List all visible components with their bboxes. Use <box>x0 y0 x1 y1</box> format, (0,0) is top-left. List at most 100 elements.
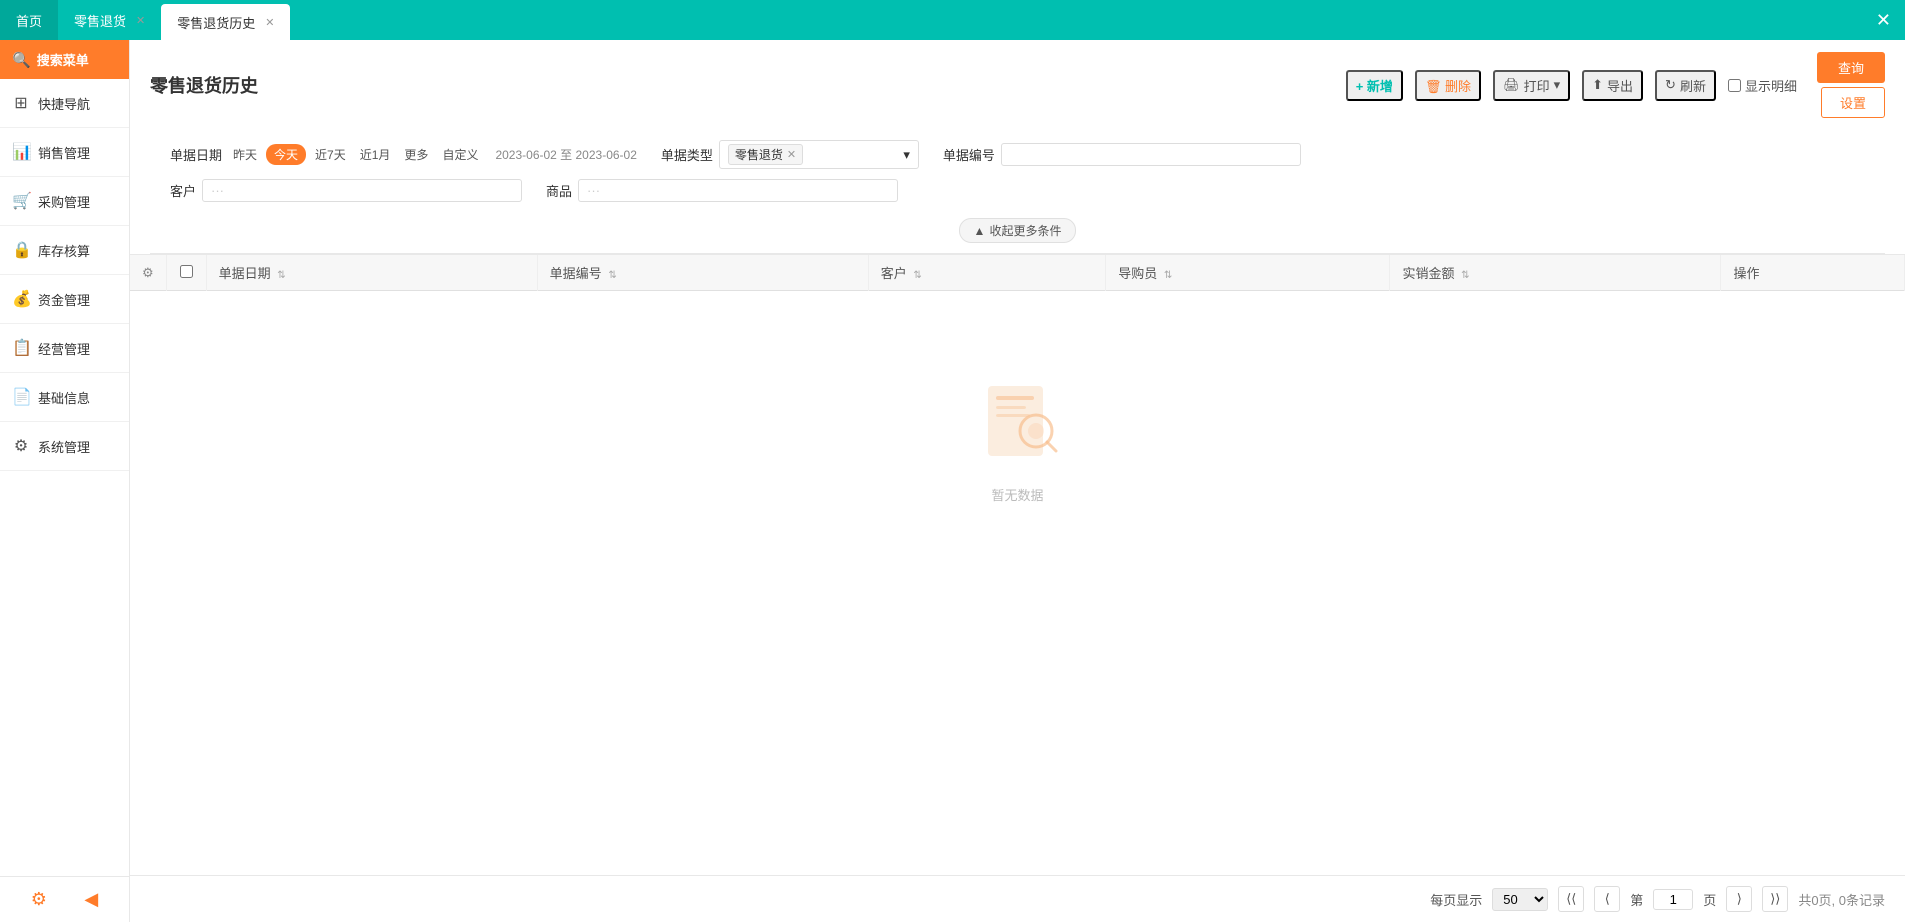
th-doc-date-sort: ⇅ <box>277 270 285 281</box>
first-page-button[interactable]: ⟨⟨ <box>1558 886 1584 912</box>
customer-label: 客户 <box>170 181 196 200</box>
page-header: 零售退货历史 + 新增 🗑 删除 🖨 打印 ▾ ⬆ 导出 ↻ <box>130 40 1905 255</box>
tab-retail-return-close[interactable]: ✕ <box>136 14 145 27</box>
empty-state-icon <box>968 371 1068 471</box>
next-page-button[interactable]: ⟩ <box>1726 886 1752 912</box>
customer-select[interactable]: ··· <box>202 179 522 202</box>
filter-doc-no: 单据编号 <box>943 143 1301 166</box>
export-button[interactable]: ⬆ 导出 <box>1582 70 1643 101</box>
page-title-row: 零售退货历史 + 新增 🗑 删除 🖨 打印 ▾ ⬆ 导出 ↻ <box>150 52 1885 118</box>
th-action: 操作 <box>1721 255 1905 291</box>
doc-no-input[interactable] <box>1001 143 1301 166</box>
last-page-button[interactable]: ⟩⟩ <box>1762 886 1788 912</box>
th-amount-label: 实销金额 <box>1402 266 1454 281</box>
collapse-button[interactable]: ▲ 收起更多条件 <box>959 218 1077 243</box>
page-total: 共0页, 0条记录 <box>1798 890 1885 909</box>
sidebar-item-label: 销售管理 <box>38 143 90 162</box>
display-detail-checkbox-label[interactable]: 显示明细 <box>1728 76 1797 95</box>
date-opt-more[interactable]: 更多 <box>399 144 433 165</box>
th-setting[interactable]: ⚙ <box>130 255 166 291</box>
sidebar-item-basic-info[interactable]: 📄 基础信息 <box>0 373 129 422</box>
date-opt-custom[interactable]: 自定义 <box>437 144 483 165</box>
window-close-button[interactable]: ✕ <box>1862 0 1905 40</box>
sidebar-item-label: 快捷导航 <box>38 94 90 113</box>
page-input[interactable] <box>1653 889 1693 910</box>
goods-dots: ··· <box>587 183 600 198</box>
th-doc-no-label: 单据编号 <box>550 266 602 281</box>
doc-type-tag-remove[interactable]: ✕ <box>787 148 796 161</box>
sidebar-bottom: ⚙ ◀ <box>0 876 129 922</box>
data-table: ⚙ 单据日期 ⇅ 单据编号 ⇅ 客户 ⇅ <box>130 255 1905 291</box>
tab-retail-return-history-close[interactable]: ✕ <box>265 16 274 29</box>
sidebar-item-operations[interactable]: 📋 经营管理 <box>0 324 129 373</box>
refresh-button[interactable]: ↻ 刷新 <box>1655 70 1716 101</box>
th-guide[interactable]: 导购员 ⇅ <box>1106 255 1390 291</box>
settings-bottom-icon[interactable]: ⚙ <box>31 889 47 910</box>
doc-type-tag: 零售退货 ✕ <box>728 144 803 165</box>
filter-row-1: 单据日期 昨天 今天 近7天 近1月 更多 自定义 2023-06-02 至 2… <box>170 140 1865 169</box>
th-doc-no[interactable]: 单据编号 ⇅ <box>537 255 868 291</box>
basic-info-icon: 📄 <box>12 387 30 407</box>
inventory-icon: 🔒 <box>12 240 30 260</box>
th-doc-date[interactable]: 单据日期 ⇅ <box>206 255 537 291</box>
prev-page-button[interactable]: ⟨ <box>1594 886 1620 912</box>
sidebar-item-inventory[interactable]: 🔒 库存核算 <box>0 226 129 275</box>
date-opt-today[interactable]: 今天 <box>266 144 306 165</box>
date-opt-7days[interactable]: 近7天 <box>310 144 351 165</box>
sidebar-item-quick-nav[interactable]: ⊞ 快捷导航 <box>0 79 129 128</box>
purchase-mgmt-icon: 🛒 <box>12 191 30 211</box>
th-check[interactable] <box>166 255 206 291</box>
system-icon: ⚙ <box>12 436 30 456</box>
sidebar-item-system[interactable]: ⚙ 系统管理 <box>0 422 129 471</box>
display-detail-checkbox[interactable] <box>1728 79 1741 92</box>
page-label: 第 <box>1630 890 1643 909</box>
collapse-row: ▲ 收起更多条件 <box>170 212 1865 243</box>
delete-button[interactable]: 🗑 删除 <box>1415 70 1481 101</box>
sidebar-item-label: 资金管理 <box>38 290 90 309</box>
th-amount[interactable]: 实销金额 ⇅ <box>1390 255 1721 291</box>
add-button[interactable]: + 新增 <box>1346 70 1403 101</box>
search-icon: 🔍 <box>12 51 31 69</box>
sidebar-item-label: 采购管理 <box>38 192 90 211</box>
filter-date: 单据日期 昨天 今天 近7天 近1月 更多 自定义 2023-06-02 至 2… <box>170 144 637 165</box>
sidebar: 🔍 搜索菜单 ⊞ 快捷导航 📊 销售管理 🛒 采购管理 🔒 库存核算 💰 资金管… <box>0 40 130 922</box>
th-customer[interactable]: 客户 ⇅ <box>868 255 1106 291</box>
tab-home-label: 首页 <box>16 11 42 30</box>
select-all-checkbox[interactable] <box>180 265 193 278</box>
sidebar-search[interactable]: 🔍 搜索菜单 <box>0 40 129 79</box>
th-doc-no-sort: ⇅ <box>608 270 616 281</box>
print-label: 打印 <box>1524 76 1550 95</box>
collapse-sidebar-icon[interactable]: ◀ <box>84 889 98 910</box>
sidebar-item-finance[interactable]: 💰 资金管理 <box>0 275 129 324</box>
print-button[interactable]: 🖨 打印 ▾ <box>1493 70 1570 101</box>
goods-select[interactable]: ··· <box>578 179 898 202</box>
quick-nav-icon: ⊞ <box>12 93 30 113</box>
th-customer-sort: ⇅ <box>913 270 921 281</box>
doc-type-label: 单据类型 <box>661 145 713 164</box>
date-opt-yesterday[interactable]: 昨天 <box>228 144 262 165</box>
sales-mgmt-icon: 📊 <box>12 142 30 162</box>
top-tab-bar: 首页 零售退货 ✕ 零售退货历史 ✕ ✕ <box>0 0 1905 40</box>
tab-retail-return-history[interactable]: 零售退货历史 ✕ <box>161 4 290 40</box>
print-icon: 🖨 <box>1503 77 1520 93</box>
tab-retail-return-label: 零售退货 <box>74 11 126 30</box>
tab-home[interactable]: 首页 <box>0 0 58 40</box>
table-container: ⚙ 单据日期 ⇅ 单据编号 ⇅ 客户 ⇅ <box>130 255 1905 875</box>
page-size-label: 每页显示 <box>1430 890 1482 909</box>
refresh-icon: ↻ <box>1665 77 1676 93</box>
sidebar-item-label: 系统管理 <box>38 437 90 456</box>
empty-state: 暂无数据 <box>130 291 1905 584</box>
date-opt-1month[interactable]: 近1月 <box>355 144 396 165</box>
tab-retail-return[interactable]: 零售退货 ✕ <box>58 0 161 40</box>
display-detail-label: 显示明细 <box>1745 76 1797 95</box>
filter-customer: 客户 ··· <box>170 179 522 202</box>
set-button[interactable]: 设置 <box>1821 87 1885 118</box>
sidebar-item-purchase-mgmt[interactable]: 🛒 采购管理 <box>0 177 129 226</box>
doc-type-dropdown-icon: ▾ <box>903 147 910 163</box>
sidebar-item-sales-mgmt[interactable]: 📊 销售管理 <box>0 128 129 177</box>
query-button[interactable]: 查询 <box>1817 52 1885 83</box>
doc-type-select[interactable]: 零售退货 ✕ ▾ <box>719 140 919 169</box>
refresh-label: 刷新 <box>1680 76 1706 95</box>
customer-dots: ··· <box>211 183 224 198</box>
page-size-select[interactable]: 20 50 100 <box>1492 888 1548 911</box>
